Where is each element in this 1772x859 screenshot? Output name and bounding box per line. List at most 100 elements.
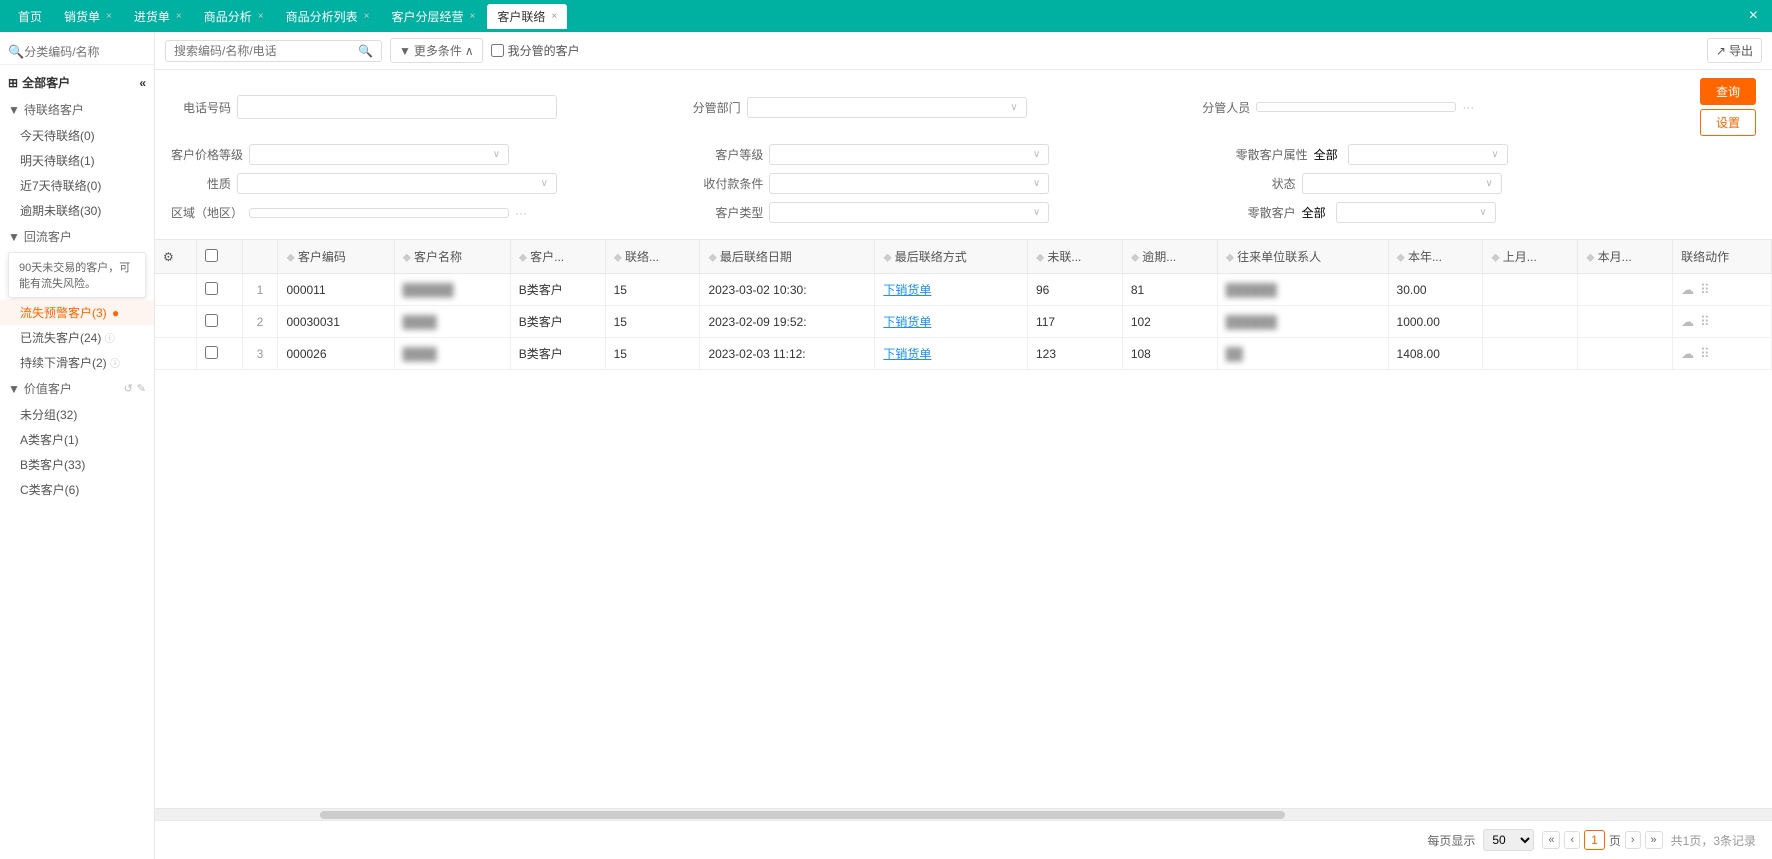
row3-last-method[interactable]: 下销货单 <box>875 338 1028 370</box>
row2-contact-icon[interactable]: ☁ <box>1681 314 1694 330</box>
col-this-month[interactable]: ⬥本月... <box>1578 240 1673 274</box>
row3-select-checkbox[interactable] <box>205 346 218 359</box>
select-all-checkbox[interactable] <box>205 249 218 262</box>
region-select[interactable] <box>249 208 509 218</box>
chevron-down-icon: ∧ <box>465 44 474 58</box>
sidebar-item-at-risk[interactable]: 流失预警客户(3) ● <box>0 300 154 325</box>
sidebar-item-today[interactable]: 今天待联络(0) <box>0 123 154 148</box>
nav-tab-product-list[interactable]: 商品分析列表 × <box>276 4 380 29</box>
value-refresh-icon[interactable]: ↺ <box>124 382 133 395</box>
sidebar-item-overdue[interactable]: 逾期未联络(30) <box>0 198 154 223</box>
col-uncontacted[interactable]: ⬥未联... <box>1027 240 1122 274</box>
customer-grade-select[interactable]: ∨ <box>769 144 1049 165</box>
sidebar-section-pending[interactable]: ▼ 待联络客户 <box>0 96 154 123</box>
col-contact-count[interactable]: ⬥联络... <box>605 240 700 274</box>
col-overdue[interactable]: ⬥逾期... <box>1122 240 1217 274</box>
sidebar-item-class-a[interactable]: A类客户(1) <box>0 427 154 452</box>
sidebar-section-lost[interactable]: ▼ 回流客户 <box>0 223 154 250</box>
nav-tab-customer-segment[interactable]: 客户分层经营 × <box>381 4 485 29</box>
nav-tab-customer-contact[interactable]: 客户联络 × <box>487 4 567 29</box>
sidebar-item-tomorrow[interactable]: 明天待联络(1) <box>0 148 154 173</box>
row1-select-checkbox[interactable] <box>205 282 218 295</box>
sidebar-collapse-icon[interactable]: « <box>139 76 146 90</box>
sidebar-item-7days[interactable]: 近7天待联络(0) <box>0 173 154 198</box>
filter-search-container: 🔍 <box>165 40 382 62</box>
close-product-analysis-tab[interactable]: × <box>258 11 264 22</box>
query-button[interactable]: 查询 <box>1700 78 1756 105</box>
payment-select[interactable]: ∨ <box>769 173 1049 194</box>
row2-select-checkbox[interactable] <box>205 314 218 327</box>
row2-last-method[interactable]: 下销货单 <box>875 306 1028 338</box>
nav-tab-purchase[interactable]: 进货单 × <box>124 4 192 29</box>
customer-type-select[interactable]: ∨ <box>769 202 1049 223</box>
manager-more-icon[interactable]: ··· <box>1462 100 1474 114</box>
sidebar-item-ungrouped[interactable]: 未分组(32) <box>0 402 154 427</box>
manager-label: 分管人员 <box>1190 99 1250 116</box>
price-grade-select[interactable]: ∨ <box>249 144 509 165</box>
prev-page-button[interactable]: ‹ <box>1564 831 1580 849</box>
close-purchase-tab[interactable]: × <box>176 11 182 22</box>
col-settings[interactable]: ⚙ <box>155 240 196 274</box>
region-more-icon[interactable]: ··· <box>515 206 527 220</box>
nav-tab-sales[interactable]: 销货单 × <box>54 4 122 29</box>
close-window-button[interactable]: × <box>1743 7 1764 25</box>
phone-input[interactable] <box>237 95 557 119</box>
row2-checkbox[interactable] <box>196 306 242 338</box>
sidebar-item-retention[interactable]: 持续下滑客户(2) ⓘ <box>0 350 154 375</box>
row1-last-method[interactable]: 下销货单 <box>875 274 1028 306</box>
per-page-select[interactable]: 50 10 20 100 <box>1483 829 1534 851</box>
col-unit-contact[interactable]: ⬥往来单位联系人 <box>1217 240 1388 274</box>
settings-button[interactable]: 设置 <box>1700 109 1756 136</box>
filter-search-input[interactable] <box>174 44 354 58</box>
col-this-year[interactable]: ⬥本年... <box>1388 240 1483 274</box>
scrollbar-thumb[interactable] <box>320 811 1285 819</box>
table-row: 2 00030031 ████ B类客户 15 2023-02-09 19:52… <box>155 306 1772 338</box>
close-customer-segment-tab[interactable]: × <box>469 11 475 22</box>
row2-more-icon[interactable]: ⠿ <box>1700 314 1710 330</box>
row1-more-icon[interactable]: ⠿ <box>1700 282 1710 298</box>
value-edit-icon[interactable]: ✎ <box>137 382 146 395</box>
nav-home[interactable]: 首页 <box>8 4 52 29</box>
close-sales-tab[interactable]: × <box>106 11 112 22</box>
row1-checkbox[interactable] <box>196 274 242 306</box>
row1-contact-icon[interactable]: ☁ <box>1681 282 1694 298</box>
filter-search-icon[interactable]: 🔍 <box>358 44 373 58</box>
dept-label: 分管部门 <box>681 99 741 116</box>
row1-name: ██████ <box>394 274 510 306</box>
nature-select[interactable]: ∨ <box>237 173 557 194</box>
close-product-list-tab[interactable]: × <box>364 11 370 22</box>
col-last-month[interactable]: ⬥上月... <box>1483 240 1578 274</box>
nav-tab-product-analysis[interactable]: 商品分析 × <box>194 4 274 29</box>
close-customer-contact-tab[interactable]: × <box>551 11 557 22</box>
casual-attr-chevron-down-icon: ∨ <box>1491 149 1498 160</box>
first-page-button[interactable]: « <box>1542 831 1560 849</box>
row3-more-icon[interactable]: ⠿ <box>1700 346 1710 362</box>
sidebar-all-customers-header[interactable]: ⊞ 全部客户 « <box>0 69 154 96</box>
last-page-button[interactable]: » <box>1645 831 1663 849</box>
horizontal-scrollbar[interactable] <box>155 808 1772 820</box>
sidebar-section-value[interactable]: ▼ 价值客户 ↺ ✎ <box>0 375 154 402</box>
my-customers-checkbox[interactable] <box>491 44 504 57</box>
export-button[interactable]: ↗ 导出 <box>1707 38 1762 63</box>
col-name[interactable]: ⬥客户名称 <box>394 240 510 274</box>
filter-bar: 🔍 ▼ 更多条件 ∧ 我分管的客户 ↗ 导出 <box>155 32 1772 70</box>
status-select[interactable]: ∨ <box>1302 173 1502 194</box>
col-last-date[interactable]: ⬥最后联络日期 <box>700 240 875 274</box>
sidebar-item-class-c[interactable]: C类客户(6) <box>0 477 154 502</box>
more-conditions-button[interactable]: ▼ 更多条件 ∧ <box>390 38 483 63</box>
col-checkbox[interactable] <box>196 240 242 274</box>
dept-select[interactable]: ∨ <box>747 97 1027 118</box>
next-page-button[interactable]: › <box>1625 831 1641 849</box>
sidebar-item-lost[interactable]: 已流失客户(24) ⓘ <box>0 325 154 350</box>
casual-select[interactable]: ∨ <box>1336 202 1496 223</box>
row3-settings <box>155 338 196 370</box>
col-type[interactable]: ⬥客户... <box>510 240 605 274</box>
row3-checkbox[interactable] <box>196 338 242 370</box>
sidebar-search-input[interactable] <box>24 45 155 59</box>
manager-select[interactable] <box>1256 102 1456 112</box>
row3-contact-icon[interactable]: ☁ <box>1681 346 1694 362</box>
col-last-method[interactable]: ⬥最后联络方式 <box>875 240 1028 274</box>
col-code[interactable]: ⬥客户编码 <box>278 240 394 274</box>
sidebar-item-class-b[interactable]: B类客户(33) <box>0 452 154 477</box>
casual-attr-select[interactable]: ∨ <box>1348 144 1508 165</box>
